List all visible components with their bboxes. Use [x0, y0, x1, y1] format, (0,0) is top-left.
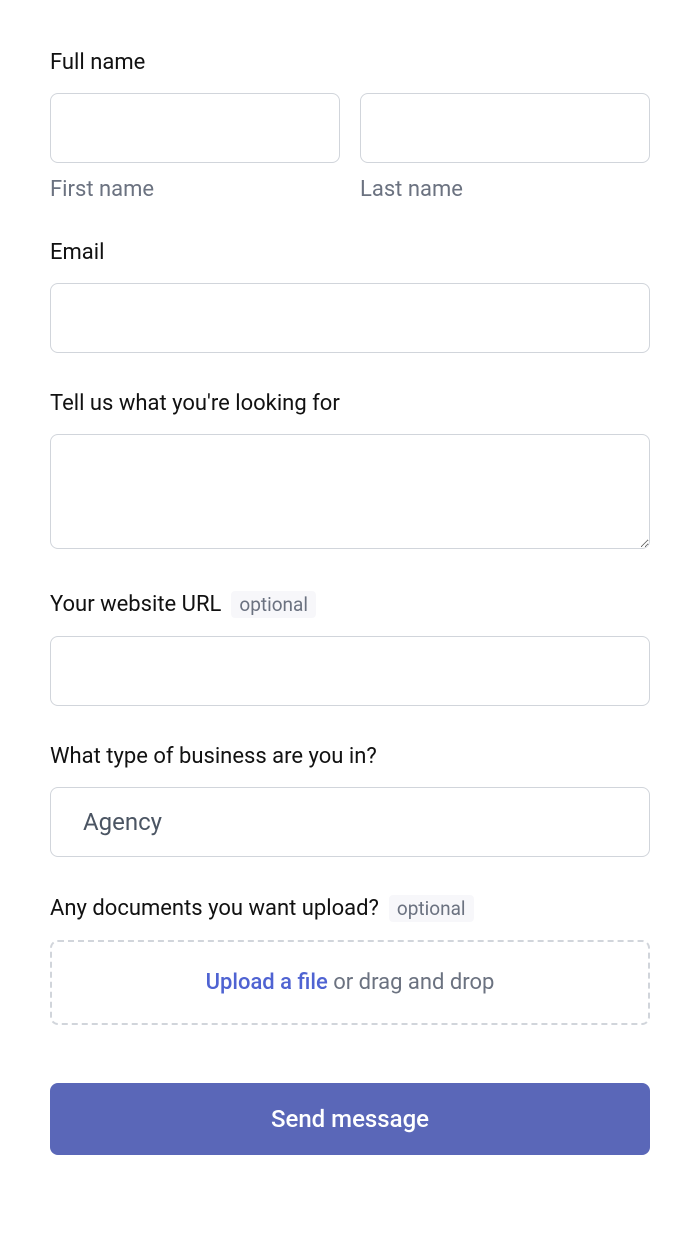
- looking-for-label: Tell us what you're looking for: [50, 391, 650, 416]
- looking-for-textarea[interactable]: [50, 434, 650, 549]
- first-name-sublabel: First name: [50, 177, 340, 202]
- documents-optional-badge: optional: [389, 895, 474, 922]
- website-group: Your website URL optional: [50, 591, 650, 706]
- documents-group: Any documents you want upload? optional …: [50, 895, 650, 1025]
- business-type-label: What type of business are you in?: [50, 744, 650, 769]
- select-wrapper: Agency: [50, 787, 650, 857]
- website-label-row: Your website URL optional: [50, 591, 650, 618]
- upload-link[interactable]: Upload a file: [206, 970, 328, 995]
- email-group: Email: [50, 240, 650, 353]
- email-label: Email: [50, 240, 650, 265]
- last-name-col: Last name: [360, 93, 650, 202]
- send-message-button[interactable]: Send message: [50, 1083, 650, 1155]
- last-name-sublabel: Last name: [360, 177, 650, 202]
- business-type-select[interactable]: Agency: [50, 787, 650, 857]
- documents-label: Any documents you want upload?: [50, 896, 379, 921]
- full-name-label: Full name: [50, 50, 650, 75]
- email-input[interactable]: [50, 283, 650, 353]
- website-input[interactable]: [50, 636, 650, 706]
- website-label: Your website URL: [50, 592, 221, 617]
- looking-for-group: Tell us what you're looking for: [50, 391, 650, 553]
- documents-label-row: Any documents you want upload? optional: [50, 895, 650, 922]
- upload-rest-text: or drag and drop: [328, 970, 495, 995]
- upload-dropzone[interactable]: Upload a file or drag and drop: [50, 940, 650, 1025]
- website-optional-badge: optional: [231, 591, 316, 618]
- first-name-input[interactable]: [50, 93, 340, 163]
- full-name-group: Full name First name Last name: [50, 50, 650, 202]
- last-name-input[interactable]: [360, 93, 650, 163]
- business-type-group: What type of business are you in? Agency: [50, 744, 650, 857]
- name-row: First name Last name: [50, 93, 650, 202]
- first-name-col: First name: [50, 93, 340, 202]
